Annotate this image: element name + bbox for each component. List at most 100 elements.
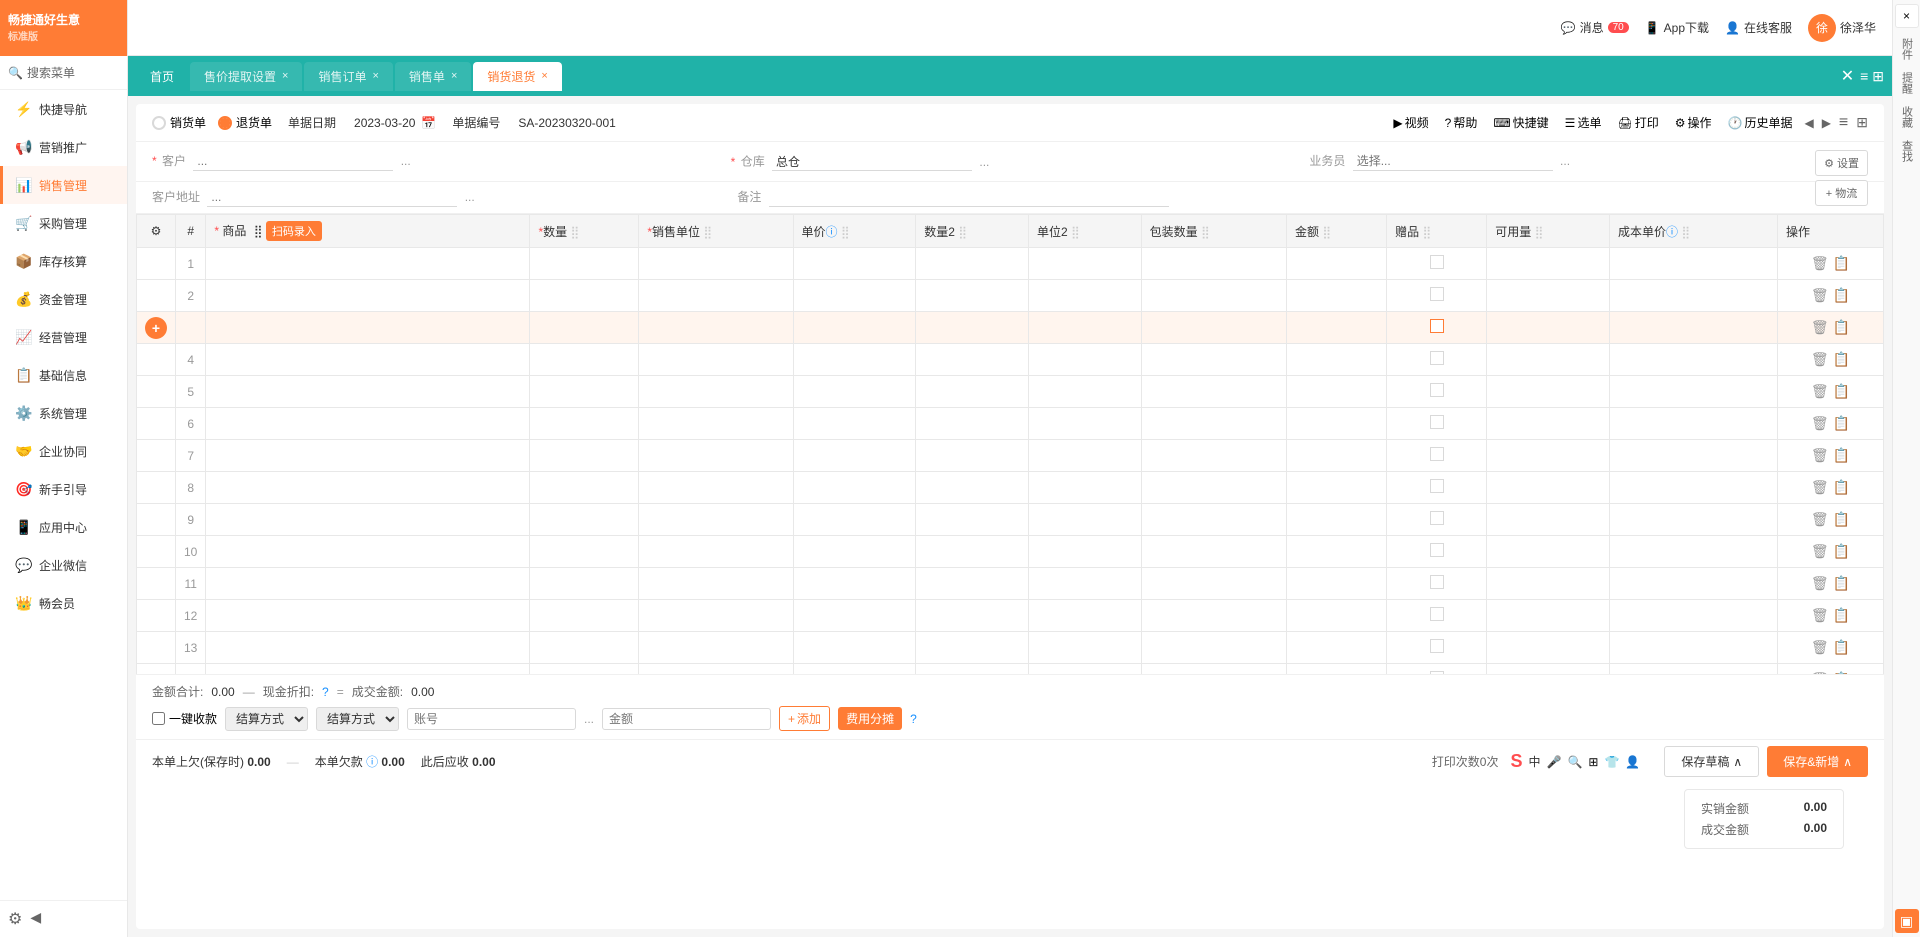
bottom-icon-mic[interactable]: 🎤 xyxy=(1547,755,1562,769)
row-qty2-1[interactable] xyxy=(916,248,1029,280)
topbar-app-download[interactable]: 📱 App下载 xyxy=(1645,19,1709,36)
sidebar-item-sales[interactable]: 📊 销售管理 xyxy=(0,166,127,204)
right-panel-close[interactable]: × xyxy=(1895,4,1919,28)
delete-row[interactable]: 🗑 xyxy=(1811,607,1829,624)
amount-input[interactable] xyxy=(602,708,771,730)
collapse-icon[interactable]: ◀ xyxy=(30,909,41,929)
delete-row[interactable]: 🗑 xyxy=(1811,575,1829,592)
sidebar-item-system[interactable]: ⚙️ 系统管理 xyxy=(0,394,127,432)
row-price-3[interactable] xyxy=(793,312,916,344)
toolbar-video[interactable]: ▶ 视频 xyxy=(1389,112,1432,133)
delete-row[interactable]: 🗑 xyxy=(1811,383,1829,400)
copy-row[interactable]: 📋 xyxy=(1833,479,1850,496)
setting-button[interactable]: ⚙ 设置 xyxy=(1815,150,1868,176)
tab-close-icon[interactable]: × xyxy=(541,70,547,82)
bottom-icon-person[interactable]: 👤 xyxy=(1625,755,1640,769)
copy-row[interactable]: 📋 xyxy=(1833,511,1850,528)
row-amount-1[interactable] xyxy=(1287,248,1387,280)
copy-row[interactable]: 📋 xyxy=(1833,415,1850,432)
sidebar-item-newbie[interactable]: 🎯 新手引导 xyxy=(0,470,127,508)
add-row-button[interactable]: + xyxy=(145,317,167,339)
th-settings[interactable]: ⚙ xyxy=(137,215,176,248)
toolbar-help[interactable]: ? 帮助 xyxy=(1441,112,1482,133)
row-unit2-3[interactable] xyxy=(1028,312,1141,344)
logistics-button[interactable]: + 物流 xyxy=(1815,180,1868,206)
settlement-select[interactable]: 结算方式 xyxy=(225,707,308,731)
close-all-tabs[interactable]: ✕ xyxy=(1841,66,1854,86)
tab-sale-delivery[interactable]: 销售单 × xyxy=(395,62,471,91)
remark-input[interactable] xyxy=(769,188,1169,207)
bottom-icon-search[interactable]: 🔍 xyxy=(1567,755,1582,769)
bottom-icon-table[interactable]: ⊞ xyxy=(1588,755,1598,769)
row-qty-1[interactable] xyxy=(530,248,639,280)
warehouse-input[interactable] xyxy=(772,152,972,171)
tab-sale-return[interactable]: 销货退货 × xyxy=(473,62,561,91)
tab-close-icon[interactable]: × xyxy=(282,70,288,82)
save-draft-button[interactable]: 保存草稿 ∧ xyxy=(1664,746,1759,777)
calendar-icon[interactable]: 📅 xyxy=(421,116,436,130)
sidebar-item-apps[interactable]: 📱 应用中心 xyxy=(0,508,127,546)
copy-row[interactable]: 📋 xyxy=(1833,575,1850,592)
row-packqty-3[interactable] xyxy=(1141,312,1286,344)
row-saleunit-2[interactable] xyxy=(639,280,793,312)
row-gift-3[interactable] xyxy=(1387,312,1487,344)
bottom-icon-shirt[interactable]: 👕 xyxy=(1604,755,1619,769)
sidebar-search[interactable]: 🔍 搜索菜单 xyxy=(0,56,127,90)
sidebar-item-basic[interactable]: 📋 基础信息 xyxy=(0,356,127,394)
sidebar-item-purchase[interactable]: 🛒 采购管理 xyxy=(0,204,127,242)
copy-row[interactable]: 📋 xyxy=(1833,383,1850,400)
row-cost-1[interactable] xyxy=(1609,248,1777,280)
account-dots[interactable]: ... xyxy=(584,712,594,726)
row-gift-2[interactable] xyxy=(1387,280,1487,312)
row-available-3[interactable] xyxy=(1487,312,1610,344)
tab-view-grid[interactable]: ⊞ xyxy=(1872,68,1884,85)
tab-sale-order[interactable]: 销售订单 × xyxy=(304,62,392,91)
copy-row[interactable]: 📋 xyxy=(1833,351,1850,368)
discount-help-icon[interactable]: ? xyxy=(322,685,329,699)
delete-row-3[interactable]: 🗑 xyxy=(1811,319,1829,336)
right-panel-attachment[interactable]: 附件 xyxy=(1899,34,1915,64)
settings-icon[interactable]: ⚙ xyxy=(8,909,22,929)
delete-row[interactable]: 🗑 xyxy=(1811,639,1829,656)
topbar-online-service[interactable]: 👤 在线客服 xyxy=(1725,19,1792,36)
sidebar-item-member[interactable]: 👑 畅会员 xyxy=(0,584,127,622)
tab-home[interactable]: 首页 xyxy=(136,62,188,91)
copy-row[interactable]: 📋 xyxy=(1833,447,1850,464)
topbar-message[interactable]: 💬 消息 70 xyxy=(1561,19,1629,36)
row-cost-2[interactable] xyxy=(1609,280,1777,312)
right-panel-orange-btn[interactable]: ▣ xyxy=(1895,909,1919,933)
product-input-3[interactable] xyxy=(214,321,521,335)
delete-row[interactable]: 🗑 xyxy=(1811,543,1829,560)
copy-row[interactable]: 📋 xyxy=(1833,543,1850,560)
list-view-icon[interactable]: ≡ xyxy=(1839,114,1848,132)
copy-row-1[interactable]: 📋 xyxy=(1833,255,1850,272)
row-unit2-2[interactable] xyxy=(1028,280,1141,312)
sidebar-item-finance[interactable]: 💰 资金管理 xyxy=(0,280,127,318)
addr-dots[interactable]: ... xyxy=(465,190,475,204)
copy-row[interactable]: 📋 xyxy=(1833,671,1850,674)
row-qty-2[interactable] xyxy=(530,280,639,312)
customer-addr-input[interactable] xyxy=(207,188,457,207)
toolbar-select[interactable]: ☰ 选单 xyxy=(1561,112,1606,133)
sidebar-item-marketing[interactable]: 📢 营销推广 xyxy=(0,128,127,166)
grid-view-icon[interactable]: ⊞ xyxy=(1856,114,1868,131)
sidebar-item-shortcut[interactable]: ⚡ 快捷导航 xyxy=(0,90,127,128)
row-amount-3[interactable] xyxy=(1287,312,1387,344)
toolbar-history[interactable]: 🕐 历史单据 xyxy=(1723,112,1796,133)
delete-row[interactable]: 🗑 xyxy=(1811,671,1829,674)
row-price-1[interactable] xyxy=(793,248,916,280)
delete-row[interactable]: 🗑 xyxy=(1811,511,1829,528)
one-click-input[interactable] xyxy=(152,712,165,725)
account-input[interactable] xyxy=(407,708,576,730)
row-saleunit-3[interactable] xyxy=(639,312,793,344)
row-saleunit-1[interactable] xyxy=(639,248,793,280)
row-qty2-3[interactable] xyxy=(916,312,1029,344)
row-unit2-1[interactable] xyxy=(1028,248,1141,280)
delete-row[interactable]: 🗑 xyxy=(1811,479,1829,496)
salesman-input[interactable] xyxy=(1353,152,1553,171)
row-packqty-2[interactable] xyxy=(1141,280,1286,312)
row-product-1[interactable] xyxy=(206,248,530,280)
scan-button[interactable]: 扫码录入 xyxy=(266,221,322,241)
radio-return-doc[interactable]: 退货单 xyxy=(218,114,272,131)
customer-input[interactable] xyxy=(193,152,393,171)
